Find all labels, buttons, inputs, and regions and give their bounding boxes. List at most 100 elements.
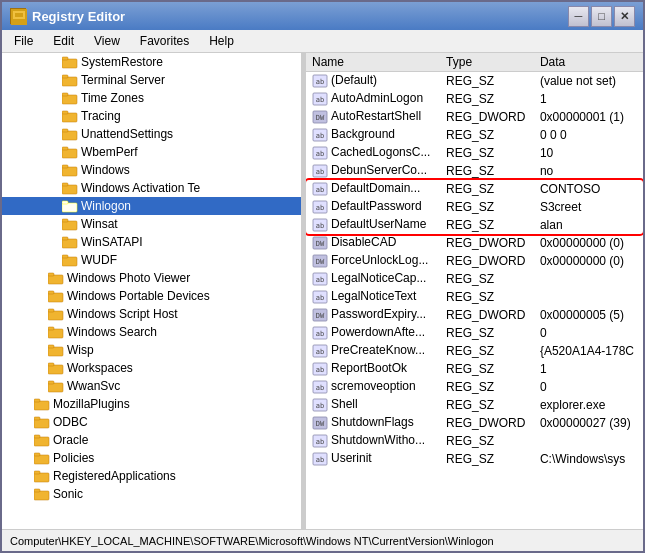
svg-rect-30 xyxy=(48,291,54,294)
tree-item[interactable]: Oracle xyxy=(2,431,301,449)
svg-rect-35 xyxy=(48,347,63,356)
tree-item[interactable]: MozillaPlugins xyxy=(2,395,301,413)
svg-text:ab: ab xyxy=(316,132,324,140)
tree-item[interactable]: WbemPerf xyxy=(2,143,301,161)
table-row[interactable]: ab PowerdownAfte...REG_SZ0 xyxy=(306,324,643,342)
tree-item[interactable]: WwanSvc xyxy=(2,377,301,395)
table-row[interactable]: ab ShellREG_SZexplorer.exe xyxy=(306,396,643,414)
menu-view[interactable]: View xyxy=(86,32,128,50)
svg-rect-18 xyxy=(62,183,68,186)
svg-text:ab: ab xyxy=(316,330,324,338)
folder-icon xyxy=(34,433,50,447)
expand-placeholder xyxy=(48,110,60,122)
cell-type: REG_SZ xyxy=(440,72,534,90)
menu-help[interactable]: Help xyxy=(201,32,242,50)
expand-placeholder xyxy=(20,488,32,500)
svg-rect-21 xyxy=(62,221,77,230)
table-row[interactable]: ab DefaultUserNameREG_SZalan xyxy=(306,216,643,234)
tree-item[interactable]: Wisp xyxy=(2,341,301,359)
menu-file[interactable]: File xyxy=(6,32,41,50)
table-row[interactable]: ab UserinitREG_SZC:\Windows\sys xyxy=(306,450,643,468)
table-row[interactable]: ab ReportBootOkREG_SZ1 xyxy=(306,360,643,378)
table-row[interactable]: ab (Default)REG_SZ(value not set) xyxy=(306,72,643,90)
expand-placeholder xyxy=(48,218,60,230)
cell-name: ab PowerdownAfte... xyxy=(306,324,440,342)
svg-text:ab: ab xyxy=(316,276,324,284)
table-row[interactable]: ab LegalNoticeTextREG_SZ xyxy=(306,288,643,306)
tree-item[interactable]: Sonic xyxy=(2,485,301,503)
folder-icon xyxy=(62,145,78,159)
tree-item[interactable]: WUDF xyxy=(2,251,301,269)
menu-edit[interactable]: Edit xyxy=(45,32,82,50)
svg-rect-15 xyxy=(62,167,77,176)
tree-item-label: ODBC xyxy=(53,415,88,429)
cell-type: REG_SZ xyxy=(440,378,534,396)
folder-icon xyxy=(48,325,64,339)
close-button[interactable]: ✕ xyxy=(614,6,635,27)
table-row[interactable]: ab BackgroundREG_SZ0 0 0 xyxy=(306,126,643,144)
cell-name: ab (Default) xyxy=(306,72,440,90)
table-row[interactable]: ab CachedLogonsC...REG_SZ10 xyxy=(306,144,643,162)
table-row[interactable]: ab DebunServerCo...REG_SZno xyxy=(306,162,643,180)
cell-name: DW ShutdownFlags xyxy=(306,414,440,432)
expand-placeholder xyxy=(20,416,32,428)
tree-item[interactable]: UnattendSettings xyxy=(2,125,301,143)
tree-item[interactable]: ODBC xyxy=(2,413,301,431)
tree-item[interactable]: Winlogon xyxy=(2,197,301,215)
table-row[interactable]: ab AutoAdminLogonREG_SZ1 xyxy=(306,90,643,108)
table-row[interactable]: DW PasswordExpiry...REG_DWORD0x00000005 … xyxy=(306,306,643,324)
svg-rect-36 xyxy=(48,345,54,348)
tree-item[interactable]: Tracing xyxy=(2,107,301,125)
status-bar: Computer\HKEY_LOCAL_MACHINE\SOFTWARE\Mic… xyxy=(2,529,643,551)
registry-table: Name Type Data ab (Default)REG_SZ(value … xyxy=(306,53,643,468)
expand-placeholder xyxy=(34,344,46,356)
values-scroll[interactable]: Name Type Data ab (Default)REG_SZ(value … xyxy=(306,53,643,529)
table-row[interactable]: DW AutoRestartShellREG_DWORD0x00000001 (… xyxy=(306,108,643,126)
table-row[interactable]: ab ShutdownWitho...REG_SZ xyxy=(306,432,643,450)
tree-scroll[interactable]: SystemRestore Terminal Server Time Zones… xyxy=(2,53,301,529)
folder-icon xyxy=(62,217,78,231)
tree-item[interactable]: Time Zones xyxy=(2,89,301,107)
table-row[interactable]: DW ShutdownFlagsREG_DWORD0x00000027 (39) xyxy=(306,414,643,432)
svg-rect-38 xyxy=(48,363,54,366)
tree-item[interactable]: Windows Script Host xyxy=(2,305,301,323)
table-row[interactable]: DW ForceUnlockLog...REG_DWORD0x00000000 … xyxy=(306,252,643,270)
table-row[interactable]: ab scremoveoptionREG_SZ0 xyxy=(306,378,643,396)
minimize-button[interactable]: ─ xyxy=(568,6,589,27)
tree-item[interactable]: Windows Photo Viewer xyxy=(2,269,301,287)
cell-type: REG_DWORD xyxy=(440,306,534,324)
tree-item-label: Windows Activation Te xyxy=(81,181,200,195)
tree-item[interactable]: Terminal Server xyxy=(2,71,301,89)
tree-item[interactable]: WinSATAPI xyxy=(2,233,301,251)
table-row[interactable]: ab DefaultDomain...REG_SZCONTOSO xyxy=(306,180,643,198)
expand-placeholder xyxy=(34,290,46,302)
table-row[interactable]: ab PreCreateKnow...REG_SZ{A520A1A4-178C xyxy=(306,342,643,360)
svg-rect-49 xyxy=(34,473,49,482)
svg-text:ab: ab xyxy=(316,438,324,446)
maximize-button[interactable]: □ xyxy=(591,6,612,27)
tree-item-label: WinSATAPI xyxy=(81,235,143,249)
table-row[interactable]: ab DefaultPasswordREG_SZS3creet xyxy=(306,198,643,216)
table-row[interactable]: DW DisableCADREG_DWORD0x00000000 (0) xyxy=(306,234,643,252)
tree-item[interactable]: RegisteredApplications xyxy=(2,467,301,485)
col-data: Data xyxy=(534,53,643,72)
tree-item[interactable]: Windows Search xyxy=(2,323,301,341)
tree-item[interactable]: Workspaces xyxy=(2,359,301,377)
tree-item[interactable]: Windows Activation Te xyxy=(2,179,301,197)
tree-item-label: MozillaPlugins xyxy=(53,397,130,411)
tree-item[interactable]: Windows xyxy=(2,161,301,179)
tree-item[interactable]: Policies xyxy=(2,449,301,467)
table-row[interactable]: ab LegalNoticeCap...REG_SZ xyxy=(306,270,643,288)
app-icon xyxy=(10,8,26,24)
tree-item[interactable]: SystemRestore xyxy=(2,53,301,71)
cell-data: 1 xyxy=(534,360,643,378)
menu-favorites[interactable]: Favorites xyxy=(132,32,197,50)
svg-rect-6 xyxy=(62,75,68,78)
tree-item[interactable]: Winsat xyxy=(2,215,301,233)
col-type: Type xyxy=(440,53,534,72)
tree-item-label: Windows xyxy=(81,163,130,177)
svg-rect-10 xyxy=(62,111,68,114)
tree-item-label: WwanSvc xyxy=(67,379,120,393)
main-content: SystemRestore Terminal Server Time Zones… xyxy=(2,53,643,529)
tree-item[interactable]: Windows Portable Devices xyxy=(2,287,301,305)
